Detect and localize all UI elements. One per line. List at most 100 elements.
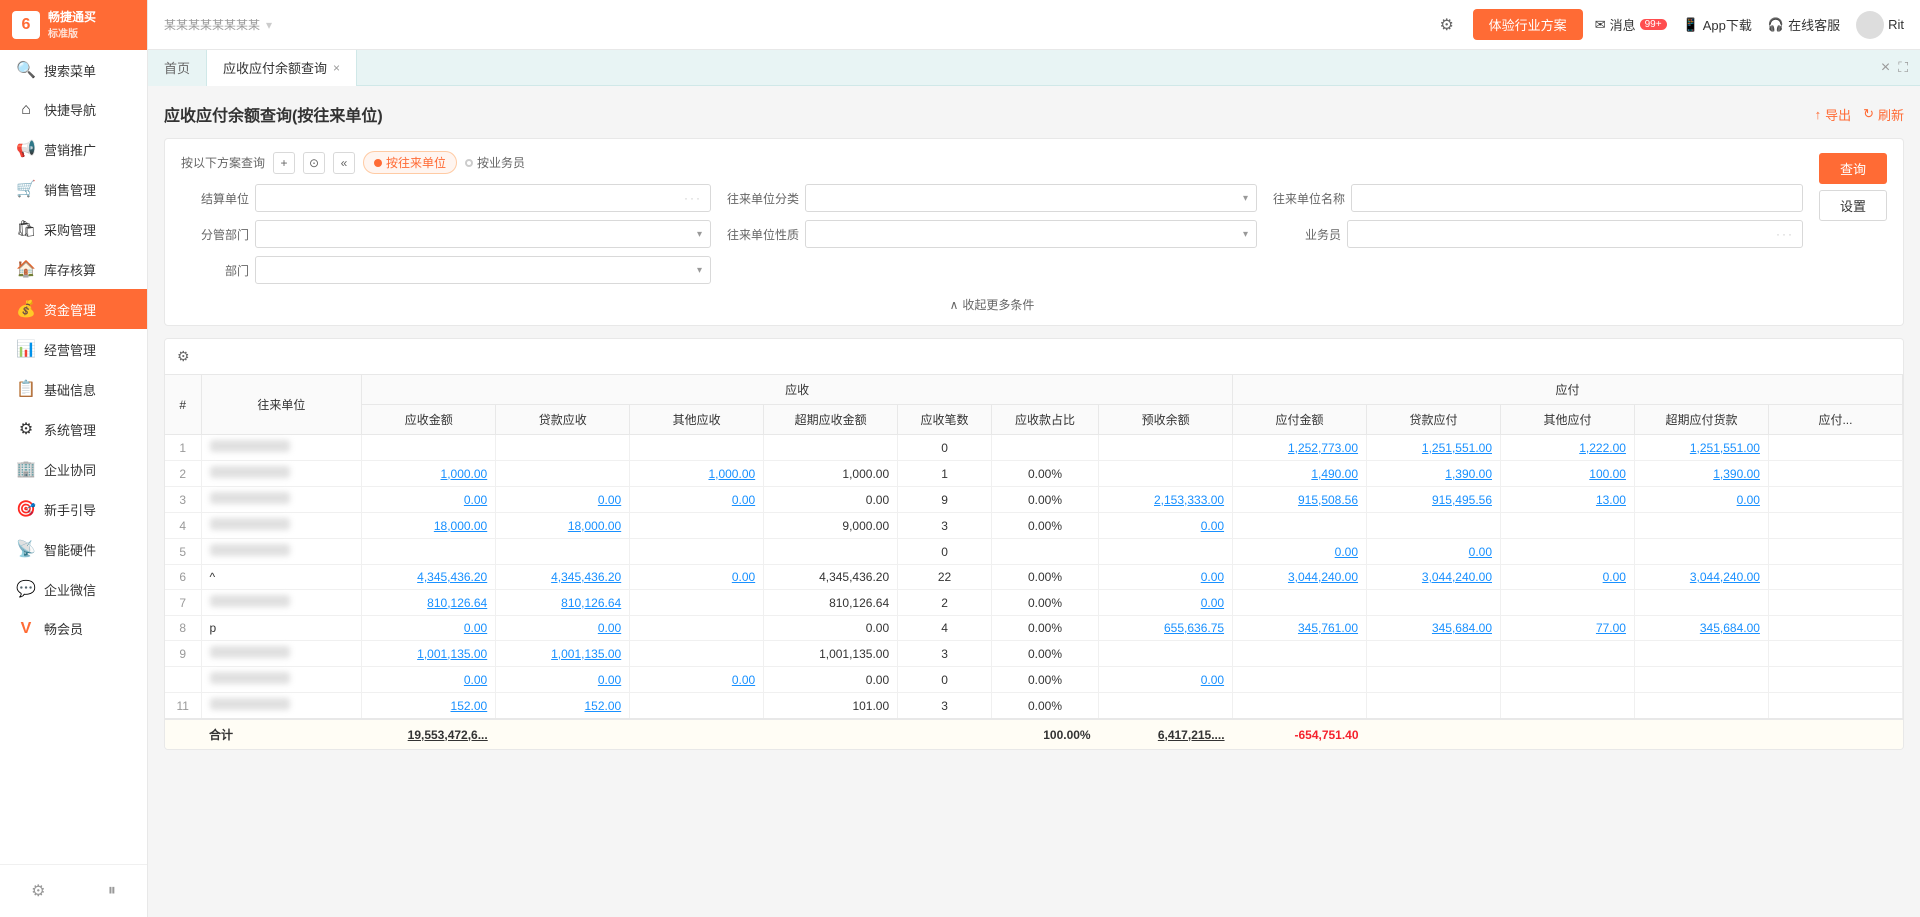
table-cell[interactable]: 0.00 — [362, 487, 496, 513]
footer-ar-total[interactable]: 19,553,472,6... — [362, 719, 496, 749]
sidebar-item-guide[interactable]: 🎯 新手引导 — [0, 489, 147, 529]
tab-close-icon[interactable]: × — [333, 61, 340, 75]
sidebar-item-wechat[interactable]: 💬 企业微信 — [0, 569, 147, 609]
table-cell[interactable]: 1,490.00 — [1233, 461, 1367, 487]
table-cell[interactable]: 0.00 — [630, 565, 764, 590]
table-cell[interactable]: 1,390.00 — [1634, 461, 1768, 487]
sidebar-item-smart-hw[interactable]: 📡 智能硬件 — [0, 529, 147, 569]
salesperson-input[interactable]: ··· — [1347, 220, 1803, 248]
filter-scheme-unit-btn[interactable]: 按往来单位 — [363, 151, 457, 174]
filter-add-icon[interactable]: + — [273, 152, 295, 174]
table-cell[interactable]: 810,126.64 — [496, 590, 630, 616]
sidebar-item-operations[interactable]: 📊 经营管理 — [0, 329, 147, 369]
table-cell[interactable]: 3,044,240.00 — [1233, 565, 1367, 590]
table-settings-icon[interactable]: ⚙ — [177, 348, 190, 365]
table-cell[interactable]: 0.00 — [496, 487, 630, 513]
table-cell[interactable]: 655,636.75 — [1099, 616, 1233, 641]
table-cell[interactable]: 0.00 — [630, 487, 764, 513]
table-cell[interactable]: 0.00 — [1367, 539, 1501, 565]
table-cell[interactable]: 0.00 — [362, 667, 496, 693]
settings-button[interactable]: 设置 — [1819, 190, 1887, 221]
table-cell[interactable]: 1,251,551.00 — [1367, 435, 1501, 461]
sidebar-item-marketing[interactable]: 📢 营销推广 — [0, 129, 147, 169]
table-cell[interactable]: 13.00 — [1501, 487, 1635, 513]
table-cell[interactable]: 152.00 — [362, 693, 496, 720]
table-cell[interactable]: 1,000.00 — [630, 461, 764, 487]
tab-home[interactable]: 首页 — [148, 50, 207, 86]
table-cell[interactable]: 345,761.00 — [1233, 616, 1367, 641]
table-scroll-container[interactable]: # 往来单位 应收 应付 应收金额 贷款应收 其他应收 超期应收金额 应收笔数 … — [165, 375, 1903, 749]
table-cell[interactable]: 0.00 — [1099, 513, 1233, 539]
table-cell[interactable]: 0.00 — [1099, 565, 1233, 590]
sidebar-item-purchase[interactable]: 🛍 采购管理 — [0, 209, 147, 249]
table-cell[interactable]: 4,345,436.20 — [496, 565, 630, 590]
table-cell[interactable]: 1,390.00 — [1367, 461, 1501, 487]
table-cell[interactable]: 1,000.00 — [362, 461, 496, 487]
table-cell[interactable]: 1,252,773.00 — [1233, 435, 1367, 461]
table-cell-unit — [201, 461, 362, 487]
table-cell[interactable]: 915,508.56 — [1233, 487, 1367, 513]
table-cell[interactable]: 345,684.00 — [1367, 616, 1501, 641]
app-download-button[interactable]: 📱 App下载 — [1683, 15, 1752, 34]
sidebar-item-inventory[interactable]: 🏠 库存核算 — [0, 249, 147, 289]
filter-config-icon[interactable]: ⊙ — [303, 152, 325, 174]
table-cell[interactable]: 1,001,135.00 — [496, 641, 630, 667]
table-cell[interactable]: 0.00 — [1634, 487, 1768, 513]
table-cell[interactable]: 0.00 — [362, 616, 496, 641]
unit-name-input[interactable] — [1351, 184, 1803, 212]
footer-prepay[interactable]: 6,417,215.... — [1099, 719, 1233, 749]
table-cell[interactable]: 0.00 — [496, 616, 630, 641]
table-cell[interactable]: 152.00 — [496, 693, 630, 720]
table-cell[interactable]: 4,345,436.20 — [362, 565, 496, 590]
sidebar-item-search-menu[interactable]: 🔍 搜索菜单 — [0, 50, 147, 90]
sidebar-item-basic-info[interactable]: 📋 基础信息 — [0, 369, 147, 409]
logo-icon: 6 — [12, 11, 40, 39]
table-cell[interactable]: 0.00 — [496, 667, 630, 693]
sidebar-item-member[interactable]: V 畅会员 — [0, 609, 147, 648]
sidebar-item-finance[interactable]: 💰 资金管理 — [0, 289, 147, 329]
tab-close-window-icon[interactable]: × — [1881, 59, 1890, 77]
collapse-more-conditions[interactable]: ∧ 收起更多条件 — [181, 292, 1803, 317]
table-cell[interactable]: 2,153,333.00 — [1099, 487, 1233, 513]
user-profile[interactable]: Rit — [1856, 11, 1904, 39]
online-service-button[interactable]: 🎧 在线客服 — [1768, 15, 1840, 34]
table-cell[interactable]: 18,000.00 — [362, 513, 496, 539]
tab-ar-ap[interactable]: 应收应付余额查询 × — [207, 50, 357, 86]
export-button[interactable]: ↑ 导出 — [1815, 105, 1852, 124]
collapse-icon[interactable]: ⏸ — [102, 876, 122, 906]
division-input[interactable]: ▾ — [255, 220, 711, 248]
header-settings-icon[interactable]: ⚙ — [1433, 11, 1461, 39]
table-cell[interactable]: 3,044,240.00 — [1634, 565, 1768, 590]
table-cell[interactable]: 1,251,551.00 — [1634, 435, 1768, 461]
table-cell[interactable]: 0.00 — [1233, 539, 1367, 565]
table-cell[interactable]: 1,001,135.00 — [362, 641, 496, 667]
sidebar-item-enterprise[interactable]: 🏢 企业协同 — [0, 449, 147, 489]
table-cell[interactable]: 0.00 — [1501, 565, 1635, 590]
settings-bottom-icon[interactable]: ⚙ — [25, 875, 51, 907]
table-cell[interactable]: 0.00 — [630, 667, 764, 693]
message-button[interactable]: ✉ 消息 99+ — [1595, 15, 1667, 34]
filter-scheme-salesperson-btn[interactable]: 按业务员 — [465, 154, 525, 171]
sidebar-item-system[interactable]: ⚙ 系统管理 — [0, 409, 147, 449]
table-cell[interactable]: 345,684.00 — [1634, 616, 1768, 641]
table-cell[interactable]: 0.00 — [1099, 667, 1233, 693]
sidebar-item-sales[interactable]: 🛒 销售管理 — [0, 169, 147, 209]
table-cell[interactable]: 0.00 — [1099, 590, 1233, 616]
sidebar-item-quick-nav[interactable]: ⌂ 快捷导航 — [0, 90, 147, 129]
query-button[interactable]: 查询 — [1819, 153, 1887, 184]
table-cell[interactable]: 18,000.00 — [496, 513, 630, 539]
table-cell[interactable]: 100.00 — [1501, 461, 1635, 487]
table-cell[interactable]: 915,495.56 — [1367, 487, 1501, 513]
filter-collapse-scheme-icon[interactable]: « — [333, 152, 355, 174]
refresh-button[interactable]: ↻ 刷新 — [1863, 105, 1904, 124]
unit-nature-input[interactable]: ▾ — [805, 220, 1257, 248]
table-cell[interactable]: 77.00 — [1501, 616, 1635, 641]
table-cell[interactable]: 810,126.64 — [362, 590, 496, 616]
table-cell[interactable]: 1,222.00 — [1501, 435, 1635, 461]
department-input[interactable]: ▾ — [255, 256, 711, 284]
settlement-unit-input[interactable]: ··· — [255, 184, 711, 212]
promo-button[interactable]: 体验行业方案 — [1473, 9, 1583, 40]
table-cell[interactable]: 3,044,240.00 — [1367, 565, 1501, 590]
unit-category-input[interactable]: ▾ — [805, 184, 1257, 212]
tab-maximize-icon[interactable]: ⛶ — [1898, 59, 1908, 76]
